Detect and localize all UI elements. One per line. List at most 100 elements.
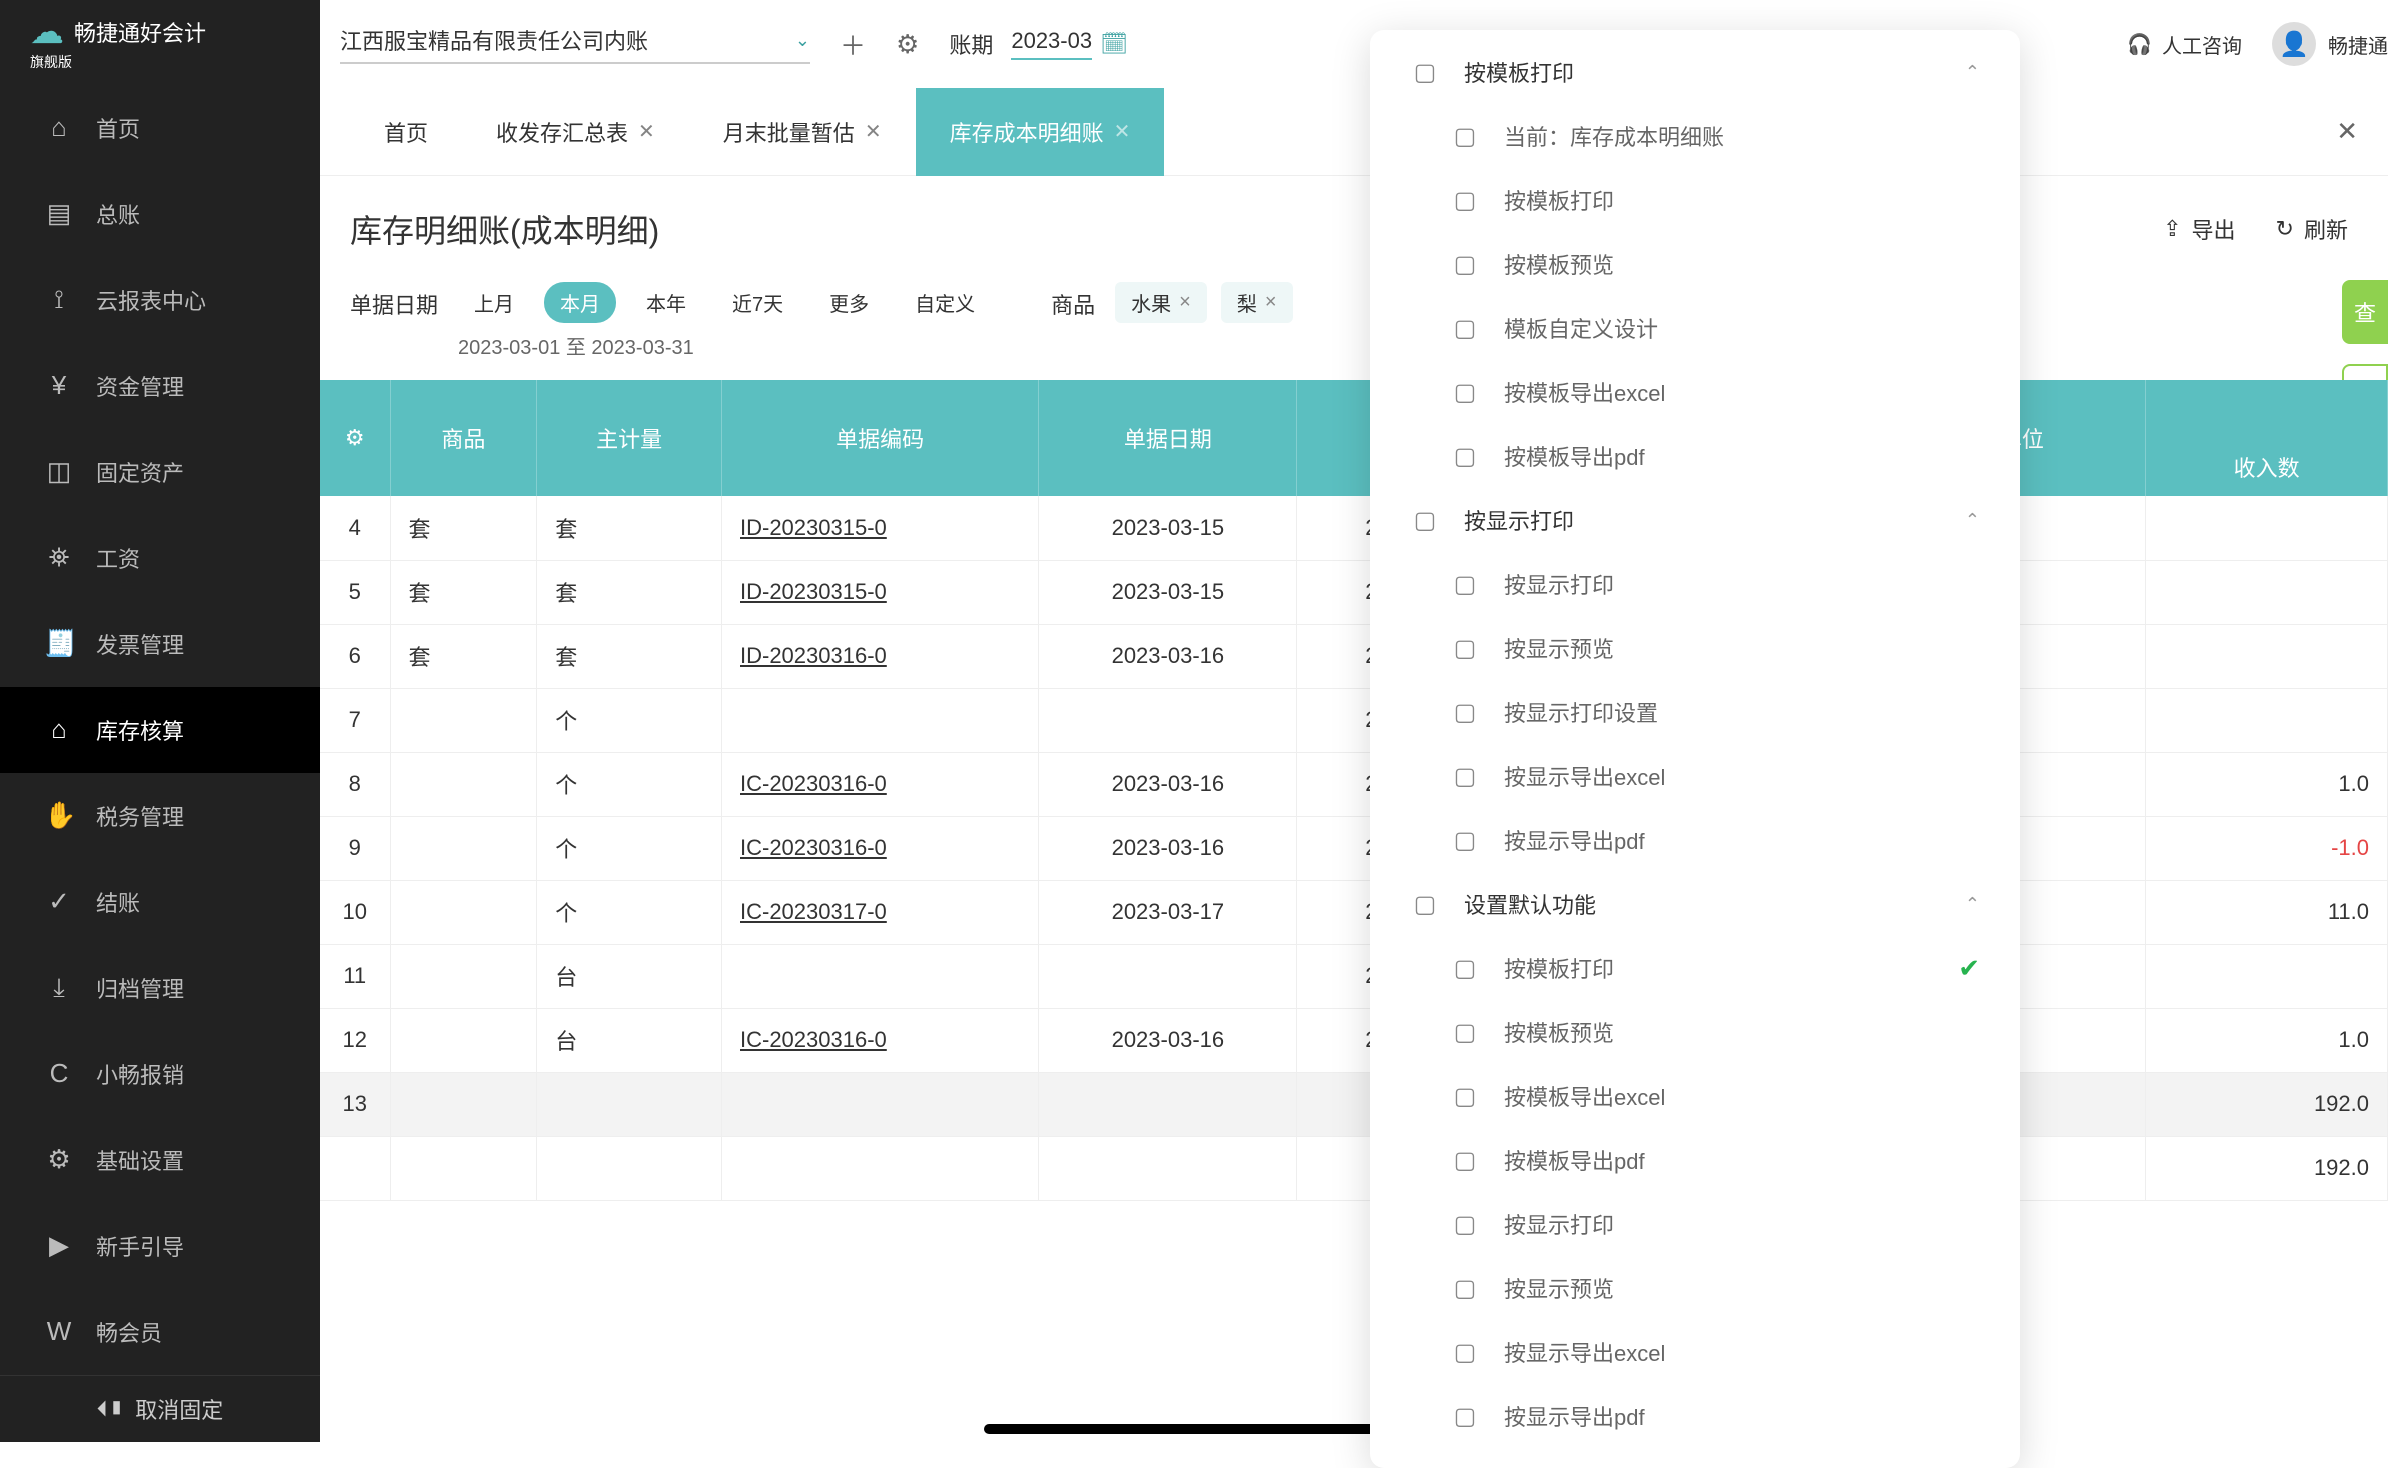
sidebar-item-13[interactable]: ▶新手引导 [0, 1203, 320, 1289]
menu-group-1-head[interactable]: ▢按显示打印⌃ [1370, 488, 2020, 552]
cell-goods [390, 752, 537, 816]
table-row[interactable]: 12台IC-20230316-02023-03-162023-03-11.0 [320, 1008, 2388, 1072]
close-icon[interactable]: × [1179, 291, 1191, 314]
sidebar-item-10[interactable]: ⤓归档管理 [0, 945, 320, 1031]
doc-link[interactable]: IC-20230316-0 [740, 771, 887, 796]
sidebar-item-11[interactable]: C小畅报销 [0, 1031, 320, 1117]
table-row[interactable]: 5套套ID-20230315-02023-03-152023-03-1 [320, 560, 2388, 624]
doc-link[interactable]: ID-20230315-0 [740, 579, 887, 604]
row-index: 5 [320, 560, 390, 624]
table-row[interactable]: 192.0 [320, 1136, 2388, 1200]
menu-item-2-2[interactable]: ▢按模板导出excel [1370, 1064, 2020, 1128]
table-row[interactable]: 13192.0 [320, 1072, 2388, 1136]
table-settings-header[interactable]: ⚙ [320, 380, 390, 496]
sidebar-item-1[interactable]: ▤总账 [0, 171, 320, 257]
table-row[interactable]: 6套套ID-20230316-02023-03-162023-03-1 [320, 624, 2388, 688]
menu-item-0-0[interactable]: ▢按模板打印 [1370, 168, 2020, 232]
sidebar-item-9[interactable]: ✓结账 [0, 859, 320, 945]
table-row[interactable]: 9个IC-20230316-02023-03-162023-03-1有限责任公司… [320, 816, 2388, 880]
sidebar-item-label: 云报表中心 [96, 284, 206, 316]
doc-link[interactable]: IC-20230316-0 [740, 835, 887, 860]
tab-2[interactable]: 月末批量暂估✕ [689, 88, 916, 176]
user-menu[interactable]: 👤 畅捷通 [2272, 22, 2388, 66]
sidebar-item-7[interactable]: ⌂库存核算 [0, 687, 320, 773]
sidebar-item-5[interactable]: ⛯工资 [0, 515, 320, 601]
sidebar-item-14[interactable]: W畅会员 [0, 1289, 320, 1375]
menu-item-0-3[interactable]: ▢按模板导出excel [1370, 360, 2020, 424]
tab-3[interactable]: 库存成本明细账✕ [916, 88, 1165, 176]
date-chip-3[interactable]: 近7天 [716, 282, 799, 323]
menu-item-2-1[interactable]: ▢按模板预览 [1370, 1000, 2020, 1064]
item-icon: ▢ [1450, 314, 1480, 343]
table-row[interactable]: 8个IC-20230316-02023-03-162023-03-1有限责任公司… [320, 752, 2388, 816]
menu-item-0-4[interactable]: ▢按模板导出pdf [1370, 424, 2020, 488]
menu-group-0-head[interactable]: ▢按模板打印⌃ [1370, 40, 2020, 104]
doc-link[interactable]: ID-20230316-0 [740, 643, 887, 668]
menu-item-2-0[interactable]: ▢按模板打印✔ [1370, 936, 2020, 1000]
date-chip-0[interactable]: 上月 [458, 282, 530, 323]
company-selector[interactable]: 江西服宝精品有限责任公司内账 ⌄ [340, 24, 810, 64]
menu-item-0-2[interactable]: ▢模板自定义设计 [1370, 296, 2020, 360]
brand-logo: ☁ 畅捷通好会计 旗舰版 [0, 0, 320, 85]
cell-doc-date [1039, 1072, 1297, 1136]
calendar-icon[interactable]: 🗓 [1100, 31, 1128, 57]
close-icon[interactable]: ✕ [638, 119, 655, 144]
menu-item-1-3[interactable]: ▢按显示导出excel [1370, 744, 2020, 808]
menu-item-2-7[interactable]: ▢按显示导出pdf [1370, 1384, 2020, 1448]
doc-link[interactable]: IC-20230317-0 [740, 899, 887, 924]
menu-item-1-2[interactable]: ▢按显示打印设置 [1370, 680, 2020, 744]
date-chip-4[interactable]: 更多 [813, 282, 885, 323]
cell-code: IC-20230316-0 [722, 752, 1039, 816]
menu-item-0-1[interactable]: ▢按模板预览 [1370, 232, 2020, 296]
menu-group-2-head[interactable]: ▢设置默认功能⌃ [1370, 872, 2020, 936]
sidebar-icon: ¥ [44, 370, 74, 401]
sidebar-item-label: 税务管理 [96, 800, 184, 832]
sidebar-item-3[interactable]: ¥资金管理 [0, 343, 320, 429]
sidebar-item-0[interactable]: ⌂首页 [0, 85, 320, 171]
goods-tag-0[interactable]: 水果× [1115, 282, 1207, 323]
sidebar-item-4[interactable]: ◫固定资产 [0, 429, 320, 515]
close-icon[interactable]: ✕ [2336, 116, 2358, 147]
row-index: 11 [320, 944, 390, 1008]
sidebar-icon: ⌂ [44, 714, 74, 745]
sidebar-icon: W [44, 1316, 74, 1347]
table-row[interactable]: 4套套ID-20230315-02023-03-152023-03-1 [320, 496, 2388, 560]
gear-icon[interactable]: ⚙ [896, 29, 919, 60]
date-chip-2[interactable]: 本年 [630, 282, 702, 323]
sidebar-item-6[interactable]: 🧾发票管理 [0, 601, 320, 687]
tab-0[interactable]: 首页 [350, 88, 462, 176]
close-icon[interactable]: × [1265, 291, 1277, 314]
menu-item-1-4[interactable]: ▢按显示导出pdf [1370, 808, 2020, 872]
doc-link[interactable]: ID-20230315-0 [740, 515, 887, 540]
sidebar-item-8[interactable]: ✋税务管理 [0, 773, 320, 859]
add-icon[interactable]: ＋ [840, 26, 866, 63]
close-icon[interactable]: ✕ [865, 119, 882, 144]
menu-item-2-3[interactable]: ▢按模板导出pdf [1370, 1128, 2020, 1192]
tab-1[interactable]: 收发存汇总表✕ [462, 88, 689, 176]
item-icon: ▢ [1450, 378, 1480, 407]
goods-tag-1[interactable]: 梨× [1221, 282, 1293, 323]
query-side-button[interactable]: 查 [2342, 280, 2388, 344]
sidebar-item-2[interactable]: ⟟云报表中心 [0, 257, 320, 343]
period-value[interactable]: 2023-03 [1011, 28, 1092, 60]
table-row[interactable]: 10个IC-20230317-02023-03-172023-03-111.0 [320, 880, 2388, 944]
table-row[interactable]: 11台2021-09-0 [320, 944, 2388, 1008]
menu-item-2-6[interactable]: ▢按显示导出excel [1370, 1320, 2020, 1384]
row-index: 8 [320, 752, 390, 816]
date-chip-5[interactable]: 自定义 [899, 282, 991, 323]
close-icon[interactable]: ✕ [1114, 119, 1131, 144]
menu-item-2-5[interactable]: ▢按显示预览 [1370, 1256, 2020, 1320]
refresh-button[interactable]: ↻ 刷新 [2276, 213, 2348, 245]
table-row[interactable]: 7个2022-09-2 [320, 688, 2388, 752]
date-chip-1[interactable]: 本月 [544, 282, 616, 323]
cell-unit: 台 [537, 1008, 722, 1072]
consult-button[interactable]: 🎧 人工咨询 [2127, 30, 2242, 59]
menu-current-label: 当前：库存成本明细账 [1504, 120, 1724, 152]
doc-link[interactable]: IC-20230316-0 [740, 1027, 887, 1052]
sidebar-item-12[interactable]: ⚙基础设置 [0, 1117, 320, 1203]
menu-item-2-4[interactable]: ▢按显示打印 [1370, 1192, 2020, 1256]
menu-item-1-1[interactable]: ▢按显示预览 [1370, 616, 2020, 680]
export-button[interactable]: ⇪ 导出 [2163, 213, 2235, 245]
menu-item-1-0[interactable]: ▢按显示打印 [1370, 552, 2020, 616]
sidebar-toggle[interactable]: ⏴▮ 取消固定 [0, 1375, 320, 1442]
